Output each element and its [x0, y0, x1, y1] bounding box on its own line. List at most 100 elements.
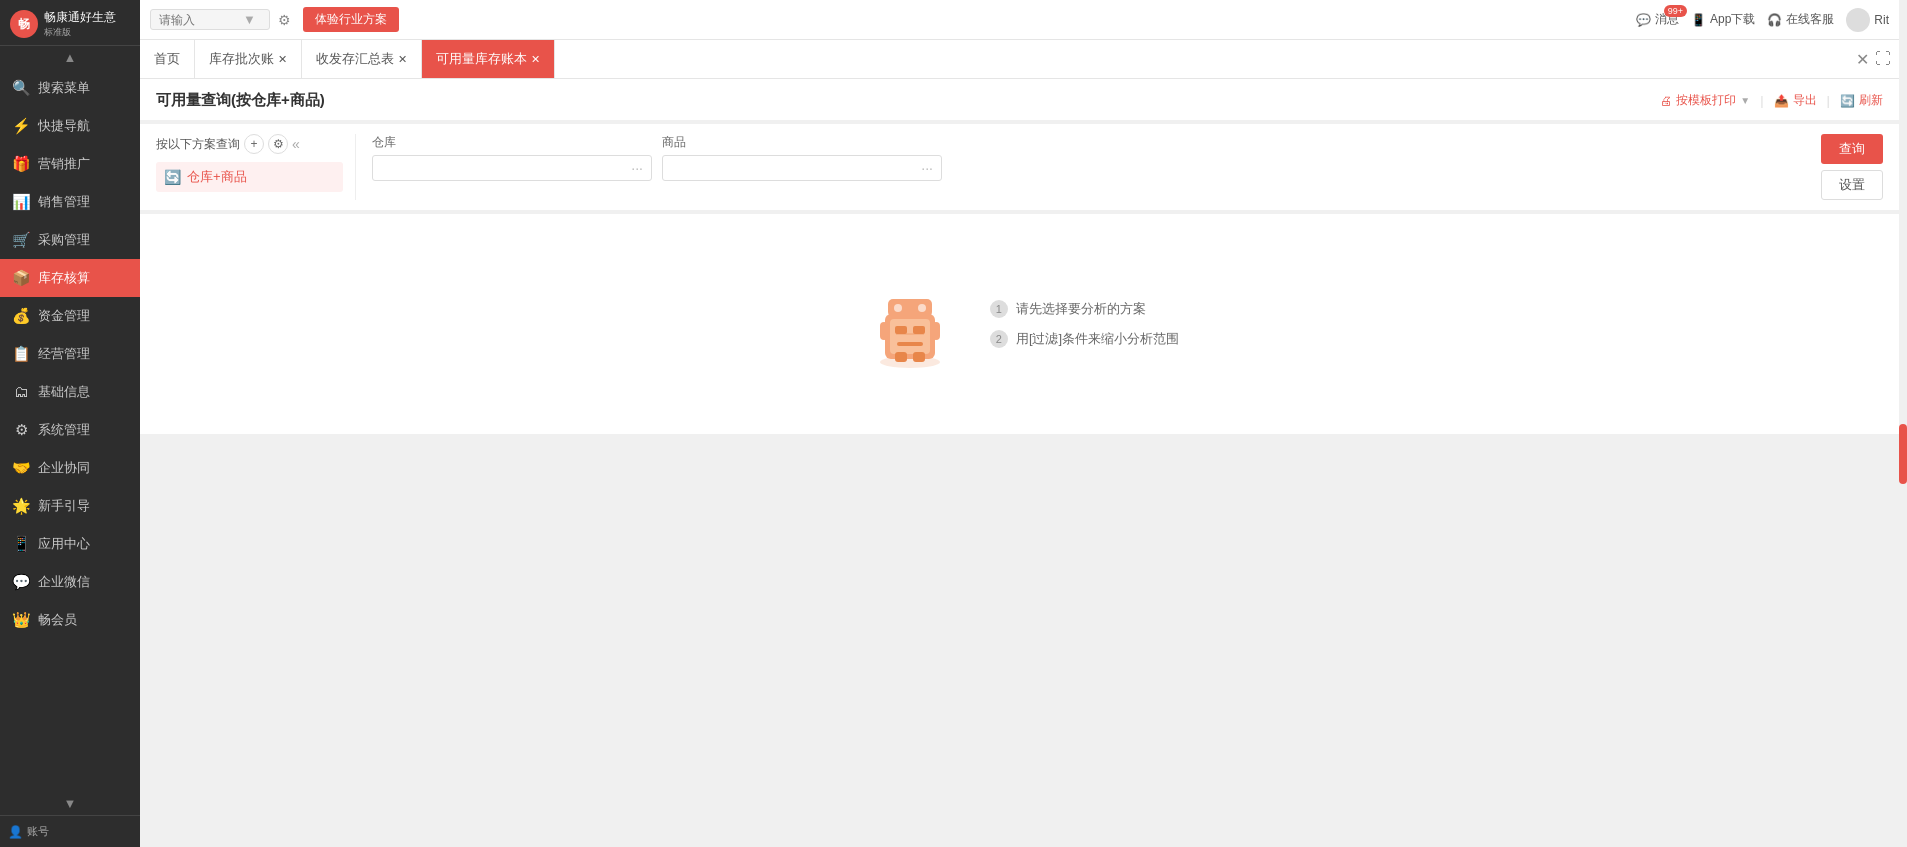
sidebar-item-label: 采购管理 [38, 231, 90, 249]
scheme-item-label: 仓库+商品 [187, 168, 247, 186]
sidebar-item-apps[interactable]: 📱 应用中心 [0, 525, 140, 563]
export-btn[interactable]: 📤 导出 [1774, 92, 1817, 109]
query-section: 按以下方案查询 + ⚙ « 🔄 仓库+商品 仓库 [140, 124, 1899, 210]
scheme-actions: + ⚙ [244, 134, 288, 154]
refresh-label: 刷新 [1859, 92, 1883, 109]
sidebar-item-enterprise[interactable]: 🤝 企业协同 [0, 449, 140, 487]
add-scheme-btn[interactable]: + [244, 134, 264, 154]
dropdown-icon[interactable]: ▼ [243, 12, 256, 27]
filter-group-warehouse: 仓库 ··· [372, 134, 652, 181]
filter-dots-goods[interactable]: ··· [921, 160, 933, 176]
tab-label: 库存批次账 [209, 50, 274, 68]
tab-close-icon[interactable]: ✕ [531, 53, 540, 66]
scheme-panel: 按以下方案查询 + ⚙ « 🔄 仓库+商品 [156, 134, 356, 200]
logo-title: 畅康通好生意 [44, 10, 116, 26]
sidebar: 畅 畅康通好生意 标准版 ▲ 🔍 搜索菜单 ⚡ 快捷导航 🎁 营销推广 📊 销售… [0, 0, 140, 847]
filter-input-warehouse[interactable] [381, 161, 627, 175]
sidebar-item-marketing[interactable]: 🎁 营销推广 [0, 145, 140, 183]
logo-badge: 标准版 [44, 26, 116, 39]
sidebar-item-member[interactable]: 👑 畅会员 [0, 601, 140, 639]
svg-rect-9 [913, 352, 925, 362]
sidebar-item-newbie[interactable]: 🌟 新手引导 [0, 487, 140, 525]
settings-button[interactable]: 设置 [1821, 170, 1883, 200]
scheme-collapse-icon[interactable]: « [292, 136, 300, 152]
top-header: ▼ ⚙ 体验行业方案 💬 消息 99+ 📱 App下载 🎧 在线客服 Rit [140, 0, 1899, 40]
sidebar-item-search[interactable]: 🔍 搜索菜单 [0, 69, 140, 107]
search-icon: 🔍 [12, 79, 30, 97]
search-input[interactable] [159, 13, 239, 27]
sidebar-scroll-down[interactable]: ▼ [0, 792, 140, 815]
svg-rect-2 [890, 319, 930, 354]
svg-rect-3 [895, 326, 907, 334]
sidebar-item-purchase[interactable]: 🛒 采购管理 [0, 221, 140, 259]
message-icon: 💬 [1636, 13, 1651, 27]
scheme-header: 按以下方案查询 + ⚙ « [156, 134, 343, 154]
right-scrollbar[interactable] [1899, 0, 1907, 847]
print-dropdown-icon[interactable]: ▼ [1740, 95, 1750, 106]
filter-input-wrap-warehouse: ··· [372, 155, 652, 181]
sidebar-item-quick-nav[interactable]: ⚡ 快捷导航 [0, 107, 140, 145]
service-btn[interactable]: 🎧 在线客服 [1767, 11, 1834, 28]
wechat-icon: 💬 [12, 573, 30, 591]
sidebar-item-basic[interactable]: 🗂 基础信息 [0, 373, 140, 411]
trial-btn[interactable]: 体验行业方案 [303, 7, 399, 32]
user-menu-btn[interactable]: Rit [1846, 8, 1889, 32]
tab-close-icon[interactable]: ✕ [398, 53, 407, 66]
sidebar-logo: 畅 畅康通好生意 标准版 [0, 0, 140, 46]
filter-input-goods[interactable] [671, 161, 917, 175]
export-label: 导出 [1793, 92, 1817, 109]
action-divider2: | [1827, 93, 1830, 108]
page-content: 可用量查询(按仓库+商品) 🖨 按模板打印 ▼ | 📤 导出 | 🔄 刷新 [140, 79, 1899, 847]
sidebar-item-finance[interactable]: 💰 资金管理 [0, 297, 140, 335]
print-btn[interactable]: 🖨 按模板打印 ▼ [1660, 92, 1750, 109]
filter-label-goods: 商品 [662, 134, 942, 151]
main-content: ▼ ⚙ 体验行业方案 💬 消息 99+ 📱 App下载 🎧 在线客服 Rit [140, 0, 1899, 847]
print-label: 按模板打印 [1676, 92, 1736, 109]
refresh-btn[interactable]: 🔄 刷新 [1840, 92, 1883, 109]
app-download-btn[interactable]: 📱 App下载 [1691, 11, 1755, 28]
sidebar-item-system[interactable]: ⚙ 系统管理 [0, 411, 140, 449]
avatar [1846, 8, 1870, 32]
newbie-icon: 🌟 [12, 497, 30, 515]
sidebar-item-label: 畅会员 [38, 611, 77, 629]
refresh-icon: 🔄 [1840, 94, 1855, 108]
service-icon: 🎧 [1767, 13, 1782, 27]
tabs-bar: 首页 库存批次账 ✕ 收发存汇总表 ✕ 可用量库存账本 ✕ ✕ ⛶ [140, 40, 1899, 79]
close-tab-btn[interactable]: ✕ [1856, 50, 1869, 69]
query-button[interactable]: 查询 [1821, 134, 1883, 164]
scheme-settings-btn[interactable]: ⚙ [268, 134, 288, 154]
sidebar-item-wechat[interactable]: 💬 企业微信 [0, 563, 140, 601]
logo-icon: 畅 [10, 10, 38, 38]
print-icon: 🖨 [1660, 94, 1672, 108]
sales-icon: 📊 [12, 193, 30, 211]
action-divider: | [1760, 93, 1763, 108]
basic-icon: 🗂 [12, 383, 30, 400]
app-icon: 📱 [1691, 13, 1706, 27]
message-badge: 99+ [1664, 5, 1687, 17]
scheme-item-warehouse-goods[interactable]: 🔄 仓库+商品 [156, 162, 343, 192]
tab-batch-ledger[interactable]: 库存批次账 ✕ [195, 40, 302, 78]
settings-gear-icon[interactable]: ⚙ [278, 12, 291, 28]
sidebar-item-label: 资金管理 [38, 307, 90, 325]
sidebar-item-operation[interactable]: 📋 经营管理 [0, 335, 140, 373]
message-btn[interactable]: 💬 消息 99+ [1636, 11, 1679, 28]
tab-receive-total[interactable]: 收发存汇总表 ✕ [302, 40, 422, 78]
sidebar-item-inventory[interactable]: 📦 库存核算 [0, 259, 140, 297]
sidebar-item-label: 基础信息 [38, 383, 90, 401]
filter-dots-warehouse[interactable]: ··· [631, 160, 643, 176]
finance-icon: 💰 [12, 307, 30, 325]
sidebar-scroll-up[interactable]: ▲ [0, 46, 140, 69]
sidebar-item-sales[interactable]: 📊 销售管理 [0, 183, 140, 221]
tab-home[interactable]: 首页 [140, 40, 195, 78]
empty-state: 1 请先选择要分析的方案 2 用[过滤]条件来缩小分析范围 [140, 214, 1899, 434]
tip-text-2: 用[过滤]条件来缩小分析范围 [1016, 330, 1179, 348]
empty-illustration [860, 274, 960, 374]
expand-tab-btn[interactable]: ⛶ [1875, 50, 1891, 68]
sidebar-user[interactable]: 👤 账号 [0, 815, 140, 847]
purchase-icon: 🛒 [12, 231, 30, 249]
svg-rect-7 [932, 322, 940, 340]
tab-close-icon[interactable]: ✕ [278, 53, 287, 66]
tab-available-ledger[interactable]: 可用量库存账本 ✕ [422, 40, 555, 78]
tab-label: 收发存汇总表 [316, 50, 394, 68]
app-label: App下载 [1710, 11, 1755, 28]
